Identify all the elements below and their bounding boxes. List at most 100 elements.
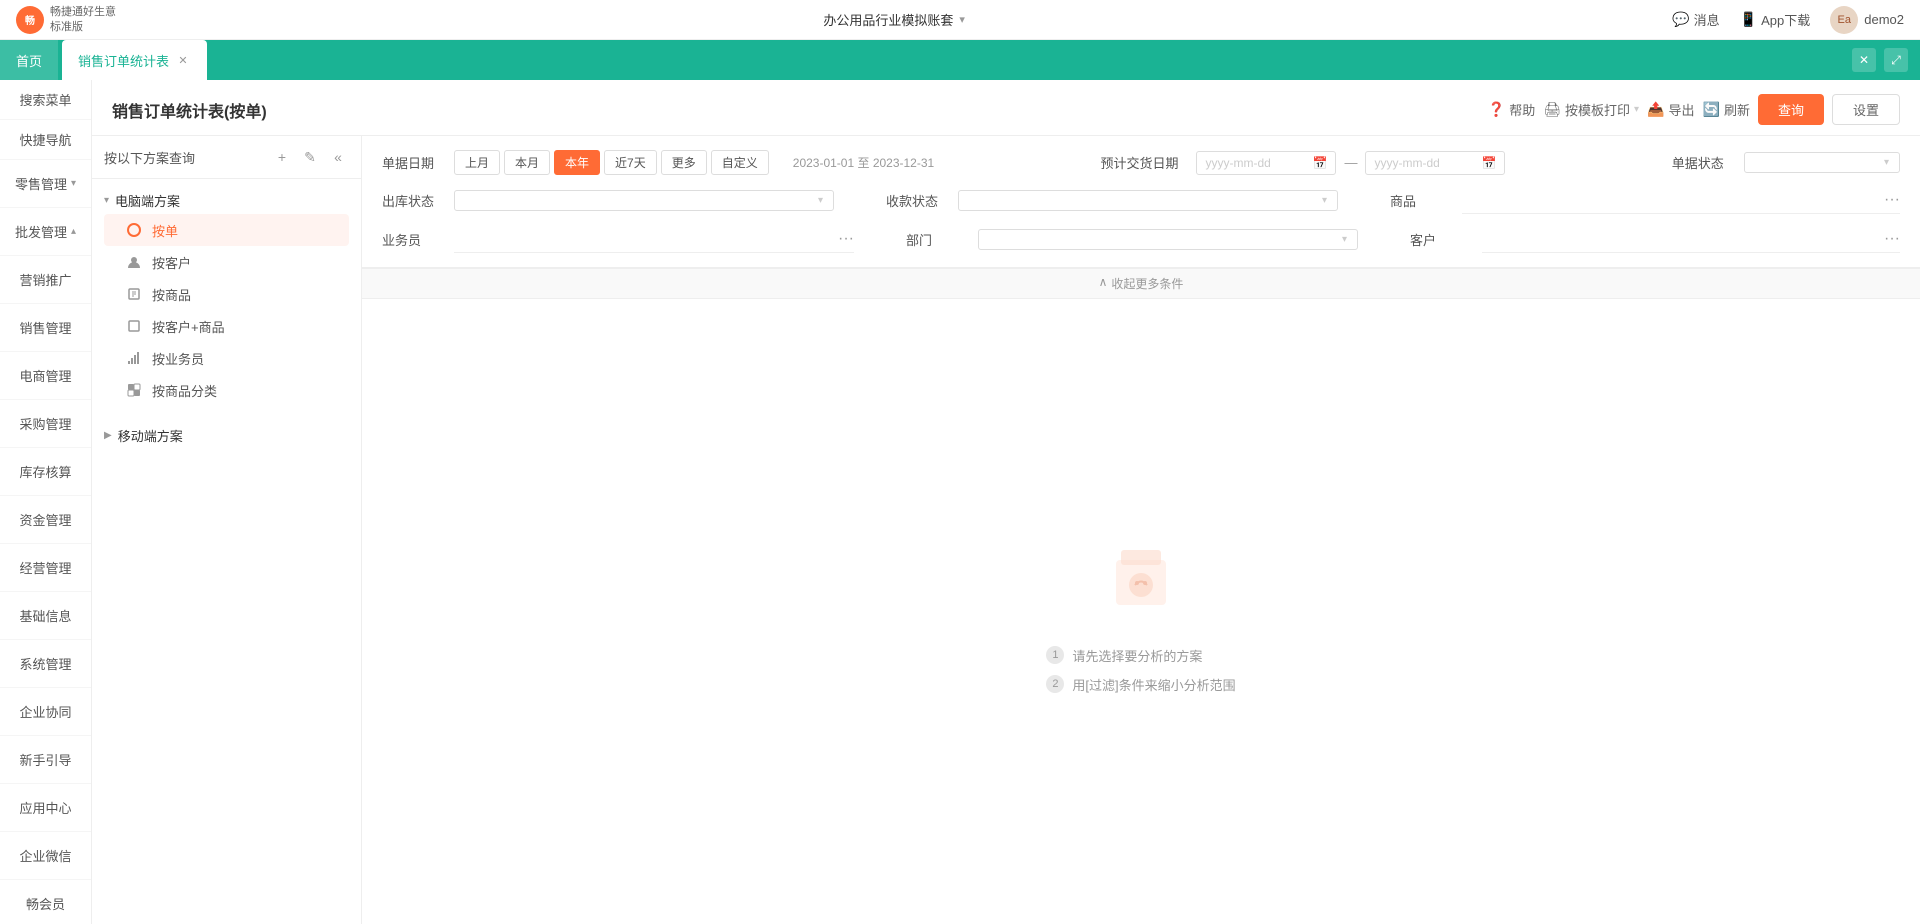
scheme-item-by-customer[interactable]: 按客户 <box>104 246 349 278</box>
salesperson-input-area: ··· <box>454 226 854 253</box>
scheme-group-desktop-header[interactable]: ▾ 电脑端方案 <box>104 187 349 214</box>
salesperson-icon <box>124 348 144 368</box>
download-icon: 📱 <box>1740 11 1757 28</box>
product-input-area: ··· <box>1462 187 1900 214</box>
scheme-collapse-btn[interactable]: « <box>327 146 349 168</box>
sidebar-item-purchase[interactable]: 采购管理 <box>0 400 91 448</box>
category-icon <box>124 380 144 400</box>
tab-sales-order-stats[interactable]: 销售订单统计表 ✕ <box>62 40 207 80</box>
sidebar: 搜索菜单 快捷导航 零售管理 ▾ 批发管理 ▴ 营销推广 销售管理 电商管理 采… <box>0 80 92 924</box>
expected-date-start-input[interactable]: yyyy-mm-dd 📅 <box>1196 151 1336 175</box>
sidebar-item-newbie[interactable]: 新手引导 <box>0 736 91 784</box>
scheme-item-by-product-category[interactable]: 按商品分类 <box>104 374 349 406</box>
filter-content: 单据日期 上月 本月 本年 近7天 更多 自定义 2023-01-01 至 20… <box>362 136 1920 924</box>
empty-tips: 1 请先选择要分析的方案 2 用[过滤]条件来缩小分析范围 <box>1046 646 1235 694</box>
expected-date-label: 预计交货日期 <box>1100 153 1180 172</box>
date-label: 单据日期 <box>382 153 438 172</box>
tab-window-close-btn[interactable]: ✕ <box>1852 48 1876 72</box>
scheme-edit-btn[interactable]: ✎ <box>299 146 321 168</box>
help-btn[interactable]: ❓ 帮助 <box>1488 100 1535 119</box>
salesperson-dots[interactable]: ··· <box>838 230 854 248</box>
print-btn[interactable]: 🖨 按模板打印 ▾ <box>1543 100 1639 119</box>
sidebar-item-sales[interactable]: 销售管理 <box>0 304 91 352</box>
filter-row-date: 单据日期 上月 本月 本年 近7天 更多 自定义 2023-01-01 至 20… <box>382 150 1900 175</box>
department-label: 部门 <box>906 230 962 249</box>
scheme-panel-icons: + ✎ « <box>271 146 349 168</box>
empty-state: 1 请先选择要分析的方案 2 用[过滤]条件来缩小分析范围 <box>362 299 1920 924</box>
sidebar-item-corp-wechat[interactable]: 企业微信 <box>0 832 91 880</box>
sidebar-item-retail[interactable]: 零售管理 ▾ <box>0 160 91 208</box>
empty-tip-1: 1 请先选择要分析的方案 <box>1046 646 1235 665</box>
scheme-group-mobile-header[interactable]: ▶ 移动端方案 <box>104 422 349 449</box>
date-range-text: 2023-01-01 至 2023-12-31 <box>793 154 934 171</box>
collapse-bar[interactable]: ∧ 收起更多条件 <box>362 268 1920 299</box>
message-btn[interactable]: 💬 消息 <box>1672 10 1719 29</box>
main-layout: 搜索菜单 快捷导航 零售管理 ▾ 批发管理 ▴ 营销推广 销售管理 电商管理 采… <box>0 80 1920 924</box>
tab-bar: 首页 销售订单统计表 ✕ ✕ ⤢ <box>0 40 1920 80</box>
department-select[interactable]: ▾ <box>978 229 1358 250</box>
sidebar-item-member[interactable]: 畅会员 <box>0 880 91 924</box>
chevron-up-icon: ∧ <box>1099 275 1108 292</box>
sidebar-item-finance[interactable]: 资金管理 <box>0 496 91 544</box>
app-download-btn[interactable]: 📱 App下载 <box>1740 10 1811 29</box>
sidebar-item-inventory[interactable]: 库存核算 <box>0 448 91 496</box>
chevron-down-icon: ▾ <box>818 195 823 206</box>
bill-status-select[interactable]: ▾ <box>1744 152 1900 173</box>
product-dots[interactable]: ··· <box>1884 191 1900 209</box>
date-btn-last-7-days[interactable]: 近7天 <box>604 150 657 175</box>
query-btn[interactable]: 查询 <box>1758 94 1824 125</box>
scheme-add-btn[interactable]: + <box>271 146 293 168</box>
shipment-status-select[interactable]: ▾ <box>454 190 834 211</box>
date-btn-group: 上月 本月 本年 近7天 更多 自定义 <box>454 150 769 175</box>
sidebar-item-operation[interactable]: 经营管理 <box>0 544 91 592</box>
tip-num-1: 1 <box>1046 646 1064 664</box>
date-btn-custom[interactable]: 自定义 <box>711 150 769 175</box>
date-btn-this-month[interactable]: 本月 <box>504 150 550 175</box>
chevron-down-icon: ▾ <box>71 178 76 189</box>
chevron-down-icon: ▾ <box>1884 157 1889 168</box>
collection-status-label: 收款状态 <box>886 191 942 210</box>
refresh-icon: 🔄 <box>1703 101 1720 118</box>
scheme-item-by-customer-product[interactable]: 按客户+商品 <box>104 310 349 342</box>
chevron-right-icon: ▶ <box>104 430 112 441</box>
tab-home[interactable]: 首页 <box>0 40 58 80</box>
scheme-panel-title: 按以下方案查询 <box>104 148 195 167</box>
date-btn-this-year[interactable]: 本年 <box>554 150 600 175</box>
chevron-down-icon: ▾ <box>1322 195 1327 206</box>
top-header: 畅 畅捷通好生意 标准版 办公用品行业模拟账套 ▾ 💬 消息 📱 App下载 E… <box>0 0 1920 40</box>
refresh-btn[interactable]: 🔄 刷新 <box>1703 100 1750 119</box>
chevron-up-icon: ▴ <box>71 226 76 237</box>
empty-illustration <box>1091 530 1191 630</box>
scheme-panel: 按以下方案查询 + ✎ « ▾ 电脑端方案 <box>92 136 362 924</box>
content-area: 销售订单统计表(按单) ❓ 帮助 🖨 按模板打印 ▾ 📤 导出 🔄 刷新 <box>92 80 1920 924</box>
sidebar-item-search-menu[interactable]: 搜索菜单 <box>0 80 91 120</box>
date-btn-more[interactable]: 更多 <box>661 150 707 175</box>
collection-status-select[interactable]: ▾ <box>958 190 1338 211</box>
sidebar-item-marketing[interactable]: 营销推广 <box>0 256 91 304</box>
export-btn[interactable]: 📤 导出 <box>1647 100 1694 119</box>
scheme-item-by-order[interactable]: 按单 <box>104 214 349 246</box>
workspace-selector[interactable]: 办公用品行业模拟账套 ▾ <box>823 10 965 29</box>
customer-dots[interactable]: ··· <box>1884 230 1900 248</box>
scheme-item-by-salesperson[interactable]: 按业务员 <box>104 342 349 374</box>
customer-label: 客户 <box>1410 230 1466 249</box>
sidebar-item-quick-nav[interactable]: 快捷导航 <box>0 120 91 160</box>
left-panel-area: 按以下方案查询 + ✎ « ▾ 电脑端方案 <box>92 136 1920 924</box>
sidebar-item-app-center[interactable]: 应用中心 <box>0 784 91 832</box>
avatar: Ea <box>1830 6 1858 34</box>
expected-date-end-input[interactable]: yyyy-mm-dd 📅 <box>1365 151 1505 175</box>
logo-icon: 畅 <box>16 6 44 34</box>
user-profile[interactable]: Ea demo2 <box>1830 6 1904 34</box>
sidebar-item-ecommerce[interactable]: 电商管理 <box>0 352 91 400</box>
sidebar-item-wholesale[interactable]: 批发管理 ▴ <box>0 208 91 256</box>
scheme-item-by-product[interactable]: 按商品 <box>104 278 349 310</box>
date-btn-last-month[interactable]: 上月 <box>454 150 500 175</box>
sidebar-item-system[interactable]: 系统管理 <box>0 640 91 688</box>
tab-window-expand-btn[interactable]: ⤢ <box>1884 48 1908 72</box>
chevron-down-icon: ▾ <box>104 195 109 206</box>
tab-close-btn[interactable]: ✕ <box>175 52 191 68</box>
sidebar-item-basic[interactable]: 基础信息 <box>0 592 91 640</box>
export-icon: 📤 <box>1647 101 1664 118</box>
sidebar-item-corp[interactable]: 企业协同 <box>0 688 91 736</box>
settings-btn[interactable]: 设置 <box>1832 94 1900 125</box>
